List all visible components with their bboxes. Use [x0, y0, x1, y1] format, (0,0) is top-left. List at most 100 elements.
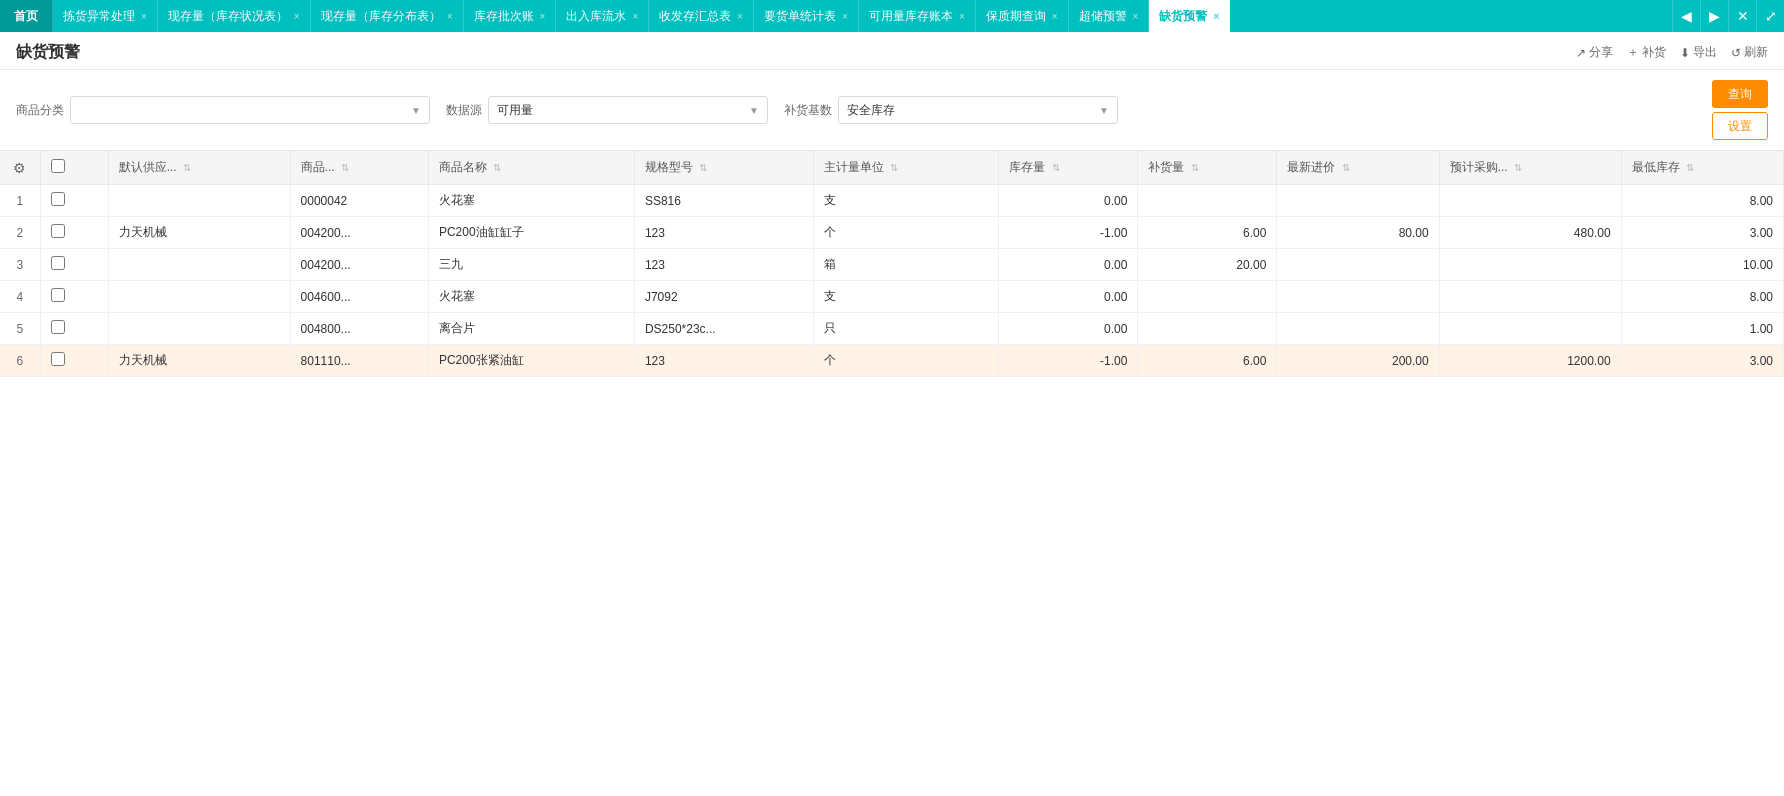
- refresh-icon: ↺: [1731, 46, 1741, 60]
- tab-close-overstock[interactable]: ×: [1133, 11, 1139, 22]
- name-sort-icon: ⇅: [493, 162, 501, 173]
- cell-est-purchase: [1439, 281, 1621, 313]
- replenish-action[interactable]: ＋ 补货: [1627, 44, 1666, 61]
- row-checkbox-input[interactable]: [51, 224, 65, 238]
- row-checkbox-input[interactable]: [51, 320, 65, 334]
- replenish-base-select[interactable]: 安全库存 ▼: [838, 96, 1118, 124]
- nav-next-arrow[interactable]: ▶: [1700, 0, 1728, 32]
- datasource-select[interactable]: 可用量 ▼: [488, 96, 768, 124]
- export-icon: ⬇: [1680, 46, 1690, 60]
- cell-latest-price: 80.00: [1277, 217, 1439, 249]
- row-index: 2: [0, 217, 40, 249]
- row-checkbox[interactable]: [40, 345, 108, 377]
- tab-flow[interactable]: 出入库流水×: [556, 0, 649, 32]
- cell-supplier: [108, 313, 290, 345]
- top-navigation: 首页拣货异常处理×现存量（库存状况表）×现存量（库存分布表）×库存批次账×出入库…: [0, 0, 1784, 32]
- col-checkbox[interactable]: [40, 151, 108, 185]
- col-latest-price[interactable]: 最新进价 ⇅: [1277, 151, 1439, 185]
- tab-shortage[interactable]: 缺货预警×: [1149, 0, 1230, 32]
- cell-latest-price: [1277, 313, 1439, 345]
- cell-code: 0000042: [290, 185, 428, 217]
- row-checkbox[interactable]: [40, 281, 108, 313]
- settings-gear-icon[interactable]: ⚙: [13, 160, 26, 176]
- col-code[interactable]: 商品... ⇅: [290, 151, 428, 185]
- row-index: 4: [0, 281, 40, 313]
- tab-close-stale[interactable]: ×: [141, 11, 147, 22]
- share-action[interactable]: ↗ 分享: [1576, 44, 1613, 61]
- select-all-checkbox[interactable]: [51, 159, 65, 173]
- col-min-stock[interactable]: 最低库存 ⇅: [1621, 151, 1783, 185]
- col-name[interactable]: 商品名称 ⇅: [428, 151, 634, 185]
- table-row: 10000042火花塞SS816支0.008.00: [0, 185, 1784, 217]
- cell-latest-price: [1277, 185, 1439, 217]
- col-spec[interactable]: 规格型号 ⇅: [634, 151, 813, 185]
- cell-min-stock: 3.00: [1621, 217, 1783, 249]
- tab-recv[interactable]: 收发存汇总表×: [649, 0, 754, 32]
- cell-name: PC200张紧油缸: [428, 345, 634, 377]
- row-checkbox-input[interactable]: [51, 352, 65, 366]
- cell-replenish: [1138, 281, 1277, 313]
- cell-replenish: [1138, 313, 1277, 345]
- settings-button[interactable]: 设置: [1712, 112, 1768, 140]
- row-checkbox-input[interactable]: [51, 192, 65, 206]
- replenish-sort-icon: ⇅: [1191, 162, 1199, 173]
- cell-supplier: [108, 185, 290, 217]
- replenish-base-value: 安全库存: [847, 102, 895, 119]
- row-checkbox[interactable]: [40, 185, 108, 217]
- cell-stock: 0.00: [999, 185, 1138, 217]
- tab-close-stock-status[interactable]: ×: [294, 11, 300, 22]
- tab-close-flow[interactable]: ×: [632, 11, 638, 22]
- tab-stock-dist[interactable]: 现存量（库存分布表）×: [311, 0, 464, 32]
- nav-expand[interactable]: ⤢: [1756, 0, 1784, 32]
- col-settings[interactable]: ⚙: [0, 151, 40, 185]
- tab-overstock[interactable]: 超储预警×: [1069, 0, 1150, 32]
- category-label: 商品分类: [16, 102, 64, 119]
- cell-replenish: 6.00: [1138, 217, 1277, 249]
- query-button[interactable]: 查询: [1712, 80, 1768, 108]
- col-unit[interactable]: 主计量单位 ⇅: [813, 151, 999, 185]
- col-supplier[interactable]: 默认供应... ⇅: [108, 151, 290, 185]
- table-row: 6力天机械801110...PC200张紧油缸123个-1.006.00200.…: [0, 345, 1784, 377]
- cell-min-stock: 8.00: [1621, 185, 1783, 217]
- tab-close-recv[interactable]: ×: [737, 11, 743, 22]
- col-stock[interactable]: 库存量 ⇅: [999, 151, 1138, 185]
- category-arrow-icon: ▼: [411, 105, 421, 116]
- nav-prev-arrow[interactable]: ◀: [1672, 0, 1700, 32]
- row-checkbox-input[interactable]: [51, 288, 65, 302]
- tab-close-shortage[interactable]: ×: [1213, 11, 1219, 22]
- tab-close-stock-dist[interactable]: ×: [447, 11, 453, 22]
- cell-latest-price: [1277, 249, 1439, 281]
- row-checkbox[interactable]: [40, 249, 108, 281]
- min-stock-sort-icon: ⇅: [1686, 162, 1694, 173]
- row-checkbox-input[interactable]: [51, 256, 65, 270]
- cell-unit: 个: [813, 217, 999, 249]
- tab-home[interactable]: 首页: [0, 0, 53, 32]
- tab-expiry[interactable]: 保质期查询×: [976, 0, 1069, 32]
- tab-stale[interactable]: 拣货异常处理×: [53, 0, 158, 32]
- tab-req-stat[interactable]: 要货单统计表×: [754, 0, 859, 32]
- nav-close-all[interactable]: ✕: [1728, 0, 1756, 32]
- nav-arrows: ◀ ▶ ✕ ⤢: [1672, 0, 1784, 32]
- tab-close-avail[interactable]: ×: [959, 11, 965, 22]
- tab-close-req-stat[interactable]: ×: [842, 11, 848, 22]
- col-est-purchase[interactable]: 预计采购... ⇅: [1439, 151, 1621, 185]
- main-content: 缺货预警 ↗ 分享 ＋ 补货 ⬇ 导出 ↺ 刷新 商品分类: [0, 32, 1784, 796]
- row-index: 3: [0, 249, 40, 281]
- datasource-value: 可用量: [497, 102, 533, 119]
- cell-unit: 个: [813, 345, 999, 377]
- col-replenish[interactable]: 补货量 ⇅: [1138, 151, 1277, 185]
- refresh-action[interactable]: ↺ 刷新: [1731, 44, 1768, 61]
- export-action[interactable]: ⬇ 导出: [1680, 44, 1717, 61]
- category-filter-group: 商品分类 ▼: [16, 96, 430, 124]
- share-icon: ↗: [1576, 46, 1586, 60]
- tab-close-batch[interactable]: ×: [540, 11, 546, 22]
- tab-stock-status[interactable]: 现存量（库存状况表）×: [158, 0, 311, 32]
- row-checkbox[interactable]: [40, 217, 108, 249]
- row-checkbox[interactable]: [40, 313, 108, 345]
- category-select[interactable]: ▼: [70, 96, 430, 124]
- tab-avail[interactable]: 可用量库存账本×: [859, 0, 976, 32]
- tab-close-expiry[interactable]: ×: [1052, 11, 1058, 22]
- cell-name: 离合片: [428, 313, 634, 345]
- datasource-label: 数据源: [446, 102, 482, 119]
- tab-batch[interactable]: 库存批次账×: [464, 0, 557, 32]
